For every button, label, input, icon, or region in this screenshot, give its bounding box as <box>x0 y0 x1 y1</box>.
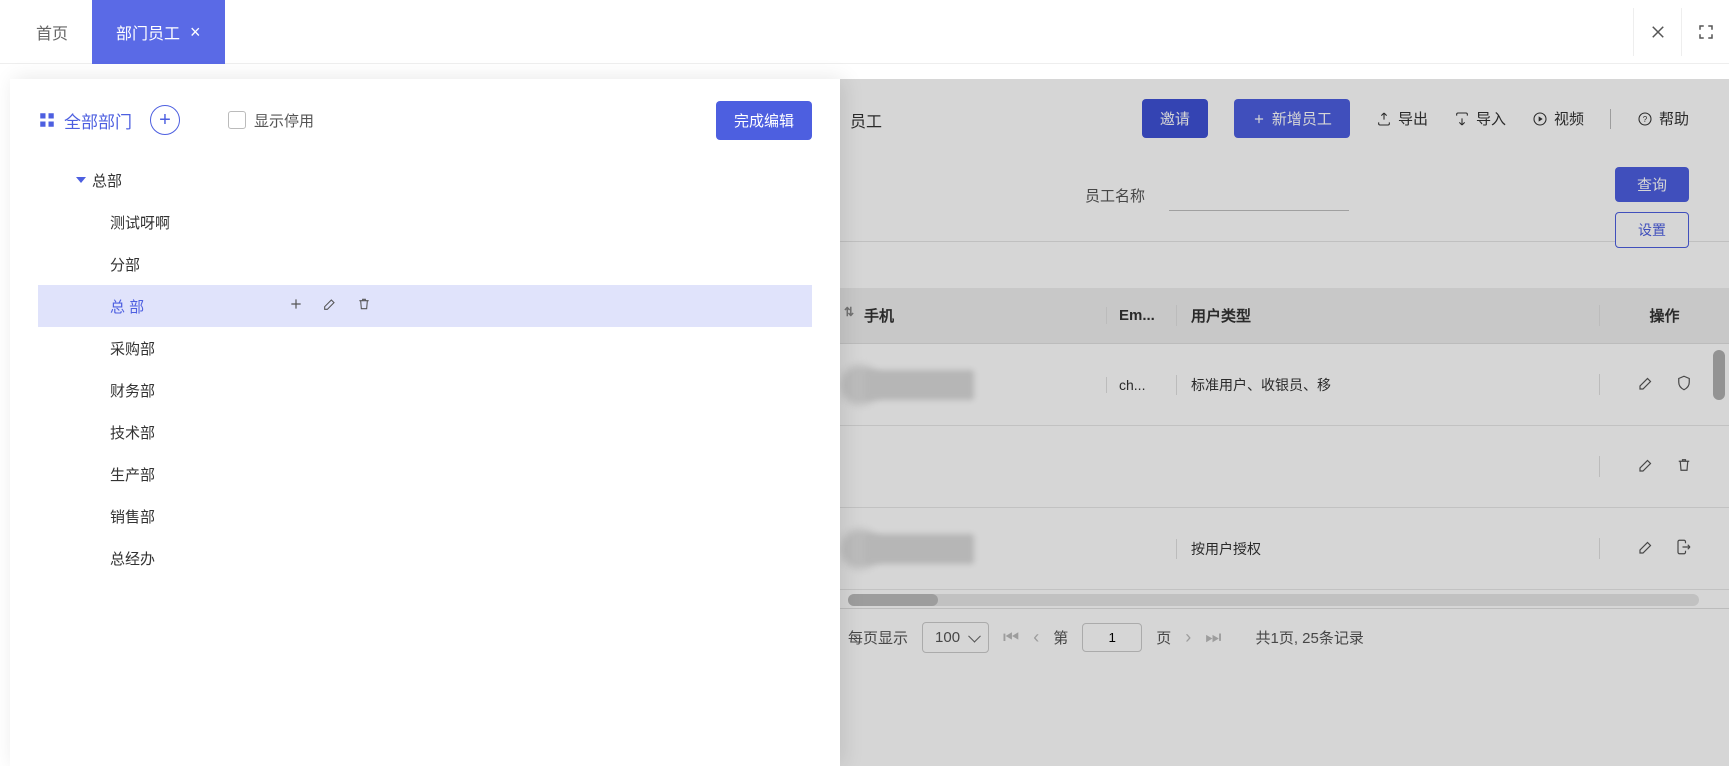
tab-bar: 首页 部门员工 × <box>0 0 1729 64</box>
tree-item-label: 销售部 <box>110 506 155 527</box>
tree-item[interactable]: 总 部 <box>38 285 812 327</box>
tab-home[interactable]: 首页 <box>12 0 92 64</box>
trash-icon[interactable] <box>356 296 372 316</box>
tree-item[interactable]: 总经办 <box>38 537 812 579</box>
add-dept-button[interactable]: + <box>150 105 180 135</box>
checkbox-icon <box>228 111 246 129</box>
all-depts-label: 全部部门 <box>64 108 132 133</box>
tabbar-right <box>1633 0 1729 64</box>
finish-edit-button[interactable]: 完成编辑 <box>716 101 812 140</box>
panel-header: 全部部门 + 显示停用 完成编辑 <box>38 105 812 135</box>
tabbar-close-button[interactable] <box>1633 8 1681 56</box>
tree-item[interactable]: 测试呀啊 <box>38 201 812 243</box>
all-depts-button[interactable]: 全部部门 <box>38 108 132 133</box>
tree-item-label: 财务部 <box>110 380 155 401</box>
tree-root-node[interactable]: 总部 <box>38 159 812 201</box>
tree-item-label: 总经办 <box>110 548 155 569</box>
finish-edit-label: 完成编辑 <box>734 110 794 131</box>
tree-item-label: 分部 <box>110 254 140 275</box>
tree-item[interactable]: 财务部 <box>38 369 812 411</box>
tab-dept-emp-label: 部门员工 <box>116 20 180 44</box>
add-sub-icon[interactable] <box>288 296 304 316</box>
tree-item-actions <box>288 296 372 316</box>
tree-item[interactable]: 销售部 <box>38 495 812 537</box>
close-icon[interactable]: × <box>190 23 201 41</box>
tab-home-label: 首页 <box>36 20 68 44</box>
tree-item-label: 测试呀啊 <box>110 212 170 233</box>
tree-item[interactable]: 技术部 <box>38 411 812 453</box>
tab-dept-emp[interactable]: 部门员工 × <box>92 0 225 64</box>
dept-tree: 总部 测试呀啊分部总 部采购部财务部技术部生产部销售部总经办 <box>38 159 812 579</box>
tree-item-label: 总 部 <box>110 296 144 317</box>
tree-item[interactable]: 分部 <box>38 243 812 285</box>
tree-item-label: 技术部 <box>110 422 155 443</box>
tree-root-label: 总部 <box>92 170 122 191</box>
tree-item-label: 生产部 <box>110 464 155 485</box>
edit-icon[interactable] <box>322 296 338 316</box>
main-area: 员工 邀请 新增员工 导出 导入 视频 ? 帮 <box>10 79 1729 766</box>
tree-item[interactable]: 采购部 <box>38 327 812 369</box>
fullscreen-icon[interactable] <box>1681 8 1729 56</box>
show-disabled-checkbox[interactable]: 显示停用 <box>228 110 314 131</box>
tree-item-label: 采购部 <box>110 338 155 359</box>
dept-side-panel: 全部部门 + 显示停用 完成编辑 总部 测试呀啊分部总 部采购部财务部技术部生产… <box>10 79 840 766</box>
show-disabled-label: 显示停用 <box>254 110 314 131</box>
tree-item[interactable]: 生产部 <box>38 453 812 495</box>
